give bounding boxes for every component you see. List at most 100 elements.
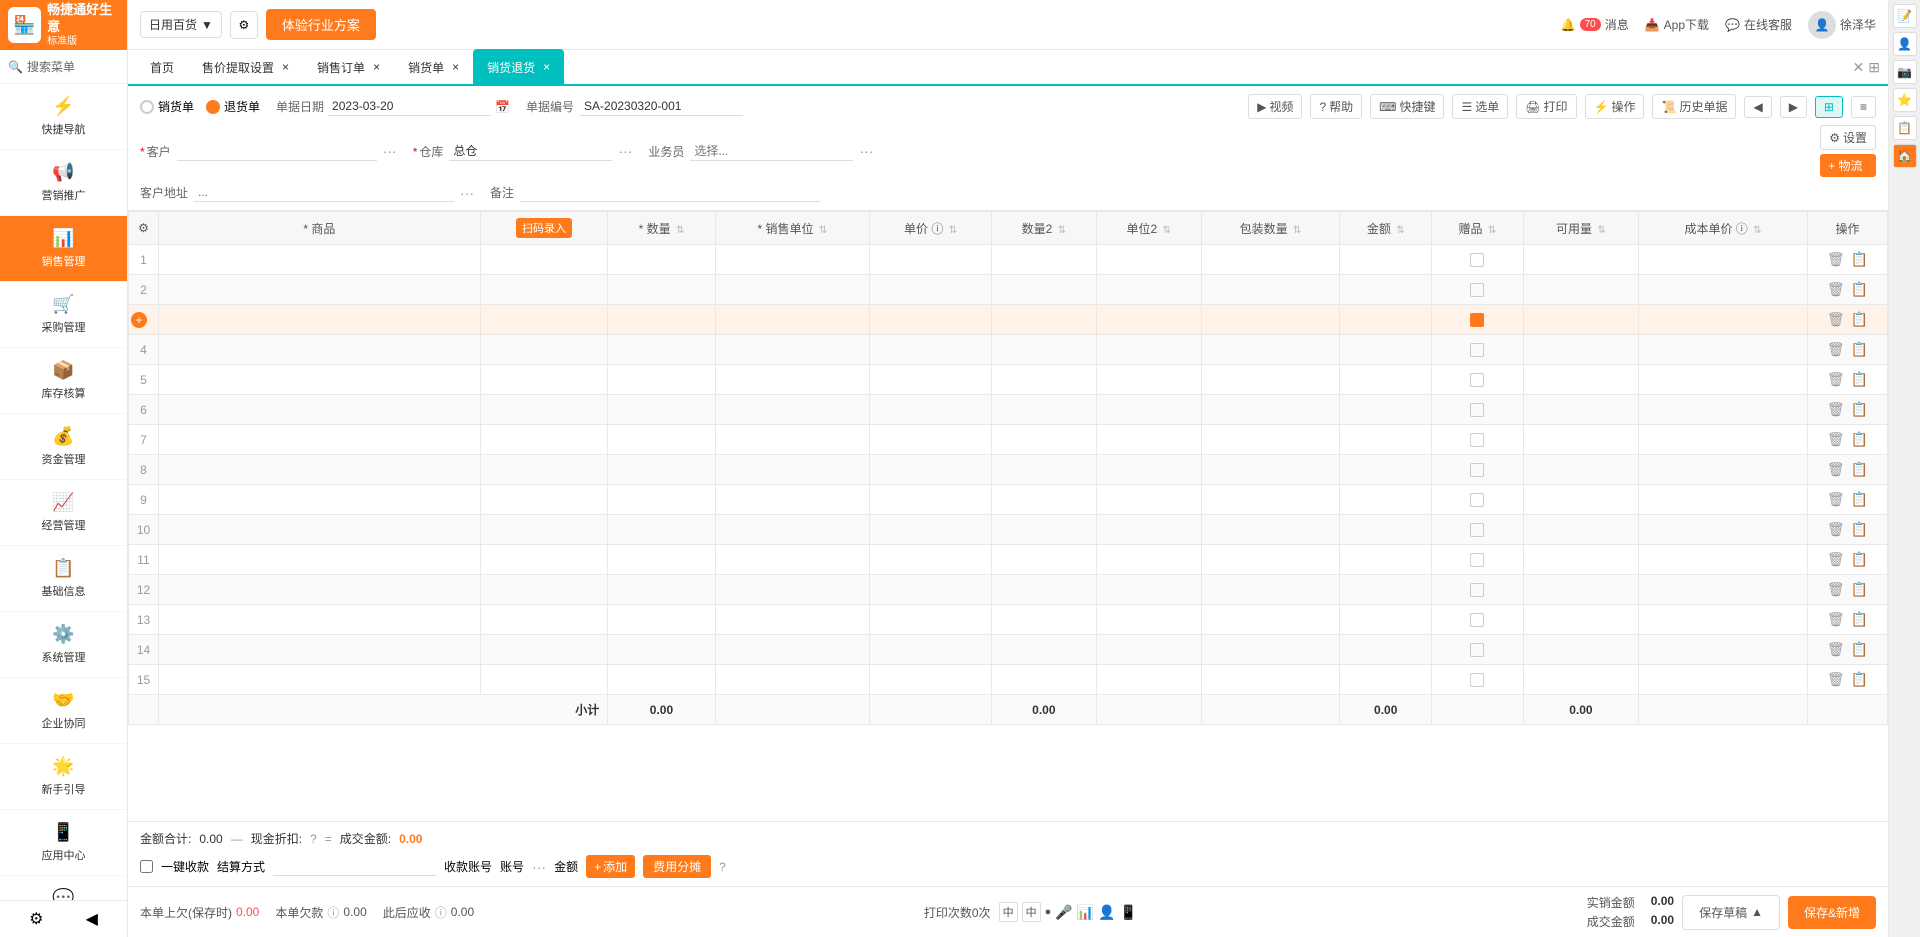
download-btn[interactable]: 📥 App下载 [1645,16,1709,33]
qty-cell-9[interactable] [608,485,715,515]
scan-cell-13[interactable] [480,605,608,635]
delete-icon-7[interactable]: 🗑 [1827,431,1845,448]
pkg-cell-4[interactable] [1201,335,1340,365]
setup-btn[interactable]: ⚙ 设置 [1820,125,1876,150]
qty2-cell-9[interactable] [991,485,1096,515]
copy-icon-7[interactable]: 📋 [1851,431,1868,448]
sidebar-item-basic[interactable]: 📋 基础信息 [0,546,127,612]
goods-cell-7[interactable] [159,425,481,455]
available-cell-3[interactable] [1523,305,1638,335]
tab-sales-return-close[interactable]: × [543,60,550,74]
price-cell-9[interactable] [870,485,992,515]
cost-cell-1[interactable] [1639,245,1808,275]
amount-cell-7[interactable] [1340,425,1432,455]
cost-cell-10[interactable] [1639,515,1808,545]
unit2-cell-1[interactable] [1096,245,1201,275]
amount-cell-14[interactable] [1340,635,1432,665]
unit-cell-5[interactable] [715,365,870,395]
help-discount-icon[interactable]: ? [310,832,317,846]
amount-cell-3[interactable] [1340,305,1432,335]
delete-icon-6[interactable]: 🗑 [1827,401,1845,418]
gift-cell-10[interactable] [1432,515,1524,545]
unit-cell-14[interactable] [715,635,870,665]
pkg-cell-11[interactable] [1201,545,1340,575]
note-input[interactable] [520,183,820,202]
trial-btn[interactable]: 体验行业方案 [266,9,376,40]
sidebar-settings-icon[interactable]: ⚙ [29,909,43,929]
goods-cell-2[interactable] [159,275,481,305]
goods-cell-13[interactable] [159,605,481,635]
sidebar-item-finance[interactable]: 💰 资金管理 [0,414,127,480]
tab-price-setting-close[interactable]: × [282,60,289,74]
rp-btn-2[interactable]: 👤 [1893,32,1917,56]
qty2-cell-10[interactable] [991,515,1096,545]
rp-btn-4[interactable]: ⭐ [1893,88,1917,112]
goods-cell-9[interactable] [159,485,481,515]
unit2-cell-15[interactable] [1096,665,1201,695]
copy-icon-11[interactable]: 📋 [1851,551,1868,568]
gift-sort-icon[interactable]: ⇅ [1488,225,1496,236]
unit-cell-8[interactable] [715,455,870,485]
add-payment-btn[interactable]: + 添加 [586,855,635,878]
rp-btn-5[interactable]: 📋 [1893,116,1917,140]
print-btn[interactable]: 🖨 打印 [1516,94,1576,119]
qty2-sort-icon[interactable]: ⇅ [1058,225,1066,236]
pkg-cell-8[interactable] [1201,455,1340,485]
qty2-cell-5[interactable] [991,365,1096,395]
gift-cb-14[interactable] [1470,643,1484,657]
staff-more-btn[interactable]: ··· [859,143,873,159]
unit-cell-3[interactable] [715,305,870,335]
available-cell-9[interactable] [1523,485,1638,515]
qty2-cell-2[interactable] [991,275,1096,305]
goods-cell-14[interactable] [159,635,481,665]
amount-cell-4[interactable] [1340,335,1432,365]
delete-icon-3[interactable]: 🗑 [1827,311,1845,328]
unit-cell-2[interactable] [715,275,870,305]
tab-sales-return[interactable]: 销货退货 × [473,49,564,85]
copy-icon-9[interactable]: 📋 [1851,491,1868,508]
scan-cell-12[interactable] [480,575,608,605]
help-btn[interactable]: ? 帮助 [1310,94,1362,119]
price-cell-14[interactable] [870,635,992,665]
cost-cell-5[interactable] [1639,365,1808,395]
goods-cell-8[interactable] [159,455,481,485]
cost-cell-7[interactable] [1639,425,1808,455]
scan-cell-15[interactable] [480,665,608,695]
price-cell-6[interactable] [870,395,992,425]
gift-cb-15[interactable] [1470,673,1484,687]
pkg-cell-13[interactable] [1201,605,1340,635]
unit2-cell-5[interactable] [1096,365,1201,395]
qty-cell-6[interactable] [608,395,715,425]
view-list-btn[interactable]: ≡ [1851,96,1876,118]
gift-cell-6[interactable] [1432,395,1524,425]
delete-icon-15[interactable]: 🗑 [1827,671,1845,688]
sidebar-item-sales[interactable]: 📊 销售管理 [0,216,127,282]
next-btn[interactable]: ▶ [1780,96,1807,118]
gift-cell-7[interactable] [1432,425,1524,455]
delete-icon-9[interactable]: 🗑 [1827,491,1845,508]
qty2-cell-7[interactable] [991,425,1096,455]
amount-cell-10[interactable] [1340,515,1432,545]
sidebar-item-purchase[interactable]: 🛒 采购管理 [0,282,127,348]
cost-cell-12[interactable] [1639,575,1808,605]
gift-cb-10[interactable] [1470,523,1484,537]
user-btn[interactable]: 👤 徐泽华 [1808,11,1876,39]
pkg-cell-14[interactable] [1201,635,1340,665]
unit-cell-13[interactable] [715,605,870,635]
sidebar-item-appstore[interactable]: 📱 应用中心 [0,810,127,876]
qty2-cell-1[interactable] [991,245,1096,275]
qty-cell-11[interactable] [608,545,715,575]
search-menu[interactable]: 🔍 搜索菜单 [0,50,127,84]
unit-cell-9[interactable] [715,485,870,515]
rp-btn-3[interactable]: 📷 [1893,60,1917,84]
th-scan[interactable]: 扫码录入 [480,212,608,245]
pkg-cell-2[interactable] [1201,275,1340,305]
unit-cell-10[interactable] [715,515,870,545]
qty-cell-8[interactable] [608,455,715,485]
qty-cell-2[interactable] [608,275,715,305]
address-input[interactable] [194,183,454,202]
delete-icon-14[interactable]: 🗑 [1827,641,1845,658]
scan-btn[interactable]: 扫码录入 [516,218,572,238]
goods-cell-5[interactable] [159,365,481,395]
goods-cell-12[interactable] [159,575,481,605]
